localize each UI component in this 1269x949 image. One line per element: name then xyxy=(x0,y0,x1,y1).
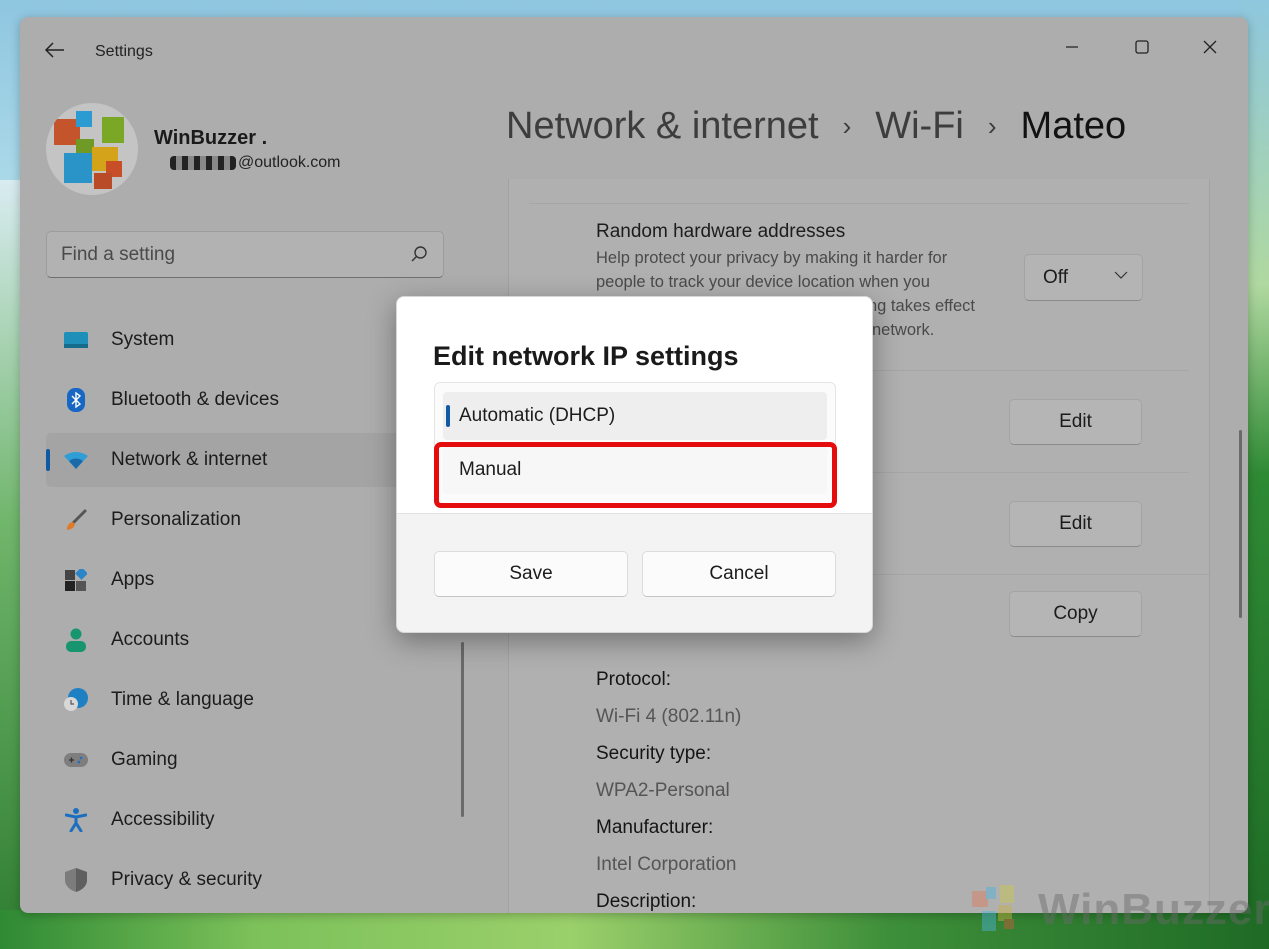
app-title: Settings xyxy=(95,43,153,60)
sidebar-item-gaming[interactable]: Gaming xyxy=(46,733,466,787)
sidebar-item-label: Time & language xyxy=(111,689,254,710)
redacted-email-prefix xyxy=(170,156,236,170)
edit-dns-button[interactable]: Edit xyxy=(1009,501,1142,547)
option-label: Automatic (DHCP) xyxy=(459,405,616,426)
watermark-logo-icon xyxy=(970,885,1030,935)
maximize-button[interactable] xyxy=(1122,31,1162,63)
random-hw-title: Random hardware addresses xyxy=(596,221,846,242)
minimize-button[interactable] xyxy=(1052,31,1092,63)
sidebar-item-label: Apps xyxy=(111,569,155,590)
sidebar-item-label: Accounts xyxy=(111,629,190,650)
description-line: people to track your device location whe… xyxy=(596,273,930,291)
sidebar-item-label: Accessibility xyxy=(111,809,215,830)
system-icon xyxy=(64,328,88,352)
page-title: Mateo xyxy=(1020,105,1127,147)
description-label: Description: xyxy=(596,891,697,912)
sidebar-item-time-language[interactable]: Time & language xyxy=(46,673,466,727)
save-button[interactable]: Save xyxy=(434,551,628,597)
sidebar-item-accessibility[interactable]: Accessibility xyxy=(46,793,466,847)
breadcrumb-separator: › xyxy=(842,111,852,141)
person-icon xyxy=(64,628,88,652)
dialog-body: Edit network IP settings Automatic (DHCP… xyxy=(397,297,872,513)
manual-highlight-box xyxy=(434,442,837,508)
back-button[interactable] xyxy=(44,39,68,63)
protocol-label: Protocol: xyxy=(596,669,671,690)
sidebar-item-label: Personalization xyxy=(111,509,241,530)
gamepad-icon xyxy=(64,748,88,772)
user-email: @outlook.com xyxy=(170,154,341,172)
sidebar-item-label: System xyxy=(111,329,175,350)
user-email-suffix: @outlook.com xyxy=(238,154,341,171)
search-input[interactable] xyxy=(61,232,391,277)
security-type-label: Security type: xyxy=(596,743,712,764)
avatar[interactable] xyxy=(46,103,138,195)
maximize-icon xyxy=(1135,40,1149,54)
protocol-value: Wi-Fi 4 (802.11n) xyxy=(596,706,742,727)
description-line: Help protect your privacy by making it h… xyxy=(596,249,948,267)
user-name: WinBuzzer . xyxy=(154,127,268,149)
winbuzzer-logo-icon xyxy=(54,111,124,189)
search-box[interactable] xyxy=(46,231,444,278)
sidebar-item-label: Privacy & security xyxy=(111,869,262,890)
selected-indicator xyxy=(446,405,450,427)
manufacturer-value: Intel Corporation xyxy=(596,854,737,875)
close-button[interactable] xyxy=(1190,31,1230,63)
accessibility-icon xyxy=(64,808,88,832)
sidebar-scrollbar[interactable] xyxy=(461,642,464,817)
breadcrumb-separator: › xyxy=(987,111,997,141)
back-arrow-icon xyxy=(44,42,64,58)
option-automatic-dhcp[interactable]: Automatic (DHCP) xyxy=(443,392,827,440)
content-scrollbar[interactable] xyxy=(1239,430,1242,618)
random-hw-dropdown[interactable]: Off xyxy=(1024,254,1143,301)
watermark-text: WinBuzzer xyxy=(1038,885,1269,934)
divider xyxy=(397,513,872,514)
cancel-button[interactable]: Cancel xyxy=(642,551,836,597)
sidebar-item-privacy[interactable]: Privacy & security xyxy=(46,853,466,907)
shield-icon xyxy=(64,868,88,892)
minimize-icon xyxy=(1066,46,1078,48)
breadcrumb: Network & internet › Wi-Fi › Mateo xyxy=(506,105,1126,148)
edit-ip-assignment-button[interactable]: Edit xyxy=(1009,399,1142,445)
breadcrumb-network[interactable]: Network & internet xyxy=(506,105,819,148)
apps-icon xyxy=(64,568,88,592)
copy-properties-button[interactable]: Copy xyxy=(1009,591,1142,637)
edit-ip-settings-dialog: Edit network IP settings Automatic (DHCP… xyxy=(396,296,873,633)
brush-icon xyxy=(64,508,88,532)
divider xyxy=(529,203,1189,204)
sidebar-item-label: Network & internet xyxy=(111,449,268,470)
manufacturer-label: Manufacturer: xyxy=(596,817,714,838)
bluetooth-icon xyxy=(64,388,88,412)
watermark: WinBuzzer xyxy=(970,885,1269,935)
dropdown-value: Off xyxy=(1043,267,1068,288)
sidebar-item-label: Gaming xyxy=(111,749,178,770)
title-bar: Settings xyxy=(20,17,1248,89)
chevron-down-icon xyxy=(1114,267,1128,283)
dialog-title: Edit network IP settings xyxy=(433,341,739,371)
security-type-value: WPA2-Personal xyxy=(596,780,730,801)
sidebar-item-label: Bluetooth & devices xyxy=(111,389,279,410)
search-icon[interactable] xyxy=(409,244,429,264)
wifi-icon xyxy=(64,448,88,472)
close-icon xyxy=(1203,40,1217,54)
globe-clock-icon xyxy=(64,688,88,712)
breadcrumb-wifi[interactable]: Wi-Fi xyxy=(875,105,964,148)
active-indicator xyxy=(46,449,50,471)
